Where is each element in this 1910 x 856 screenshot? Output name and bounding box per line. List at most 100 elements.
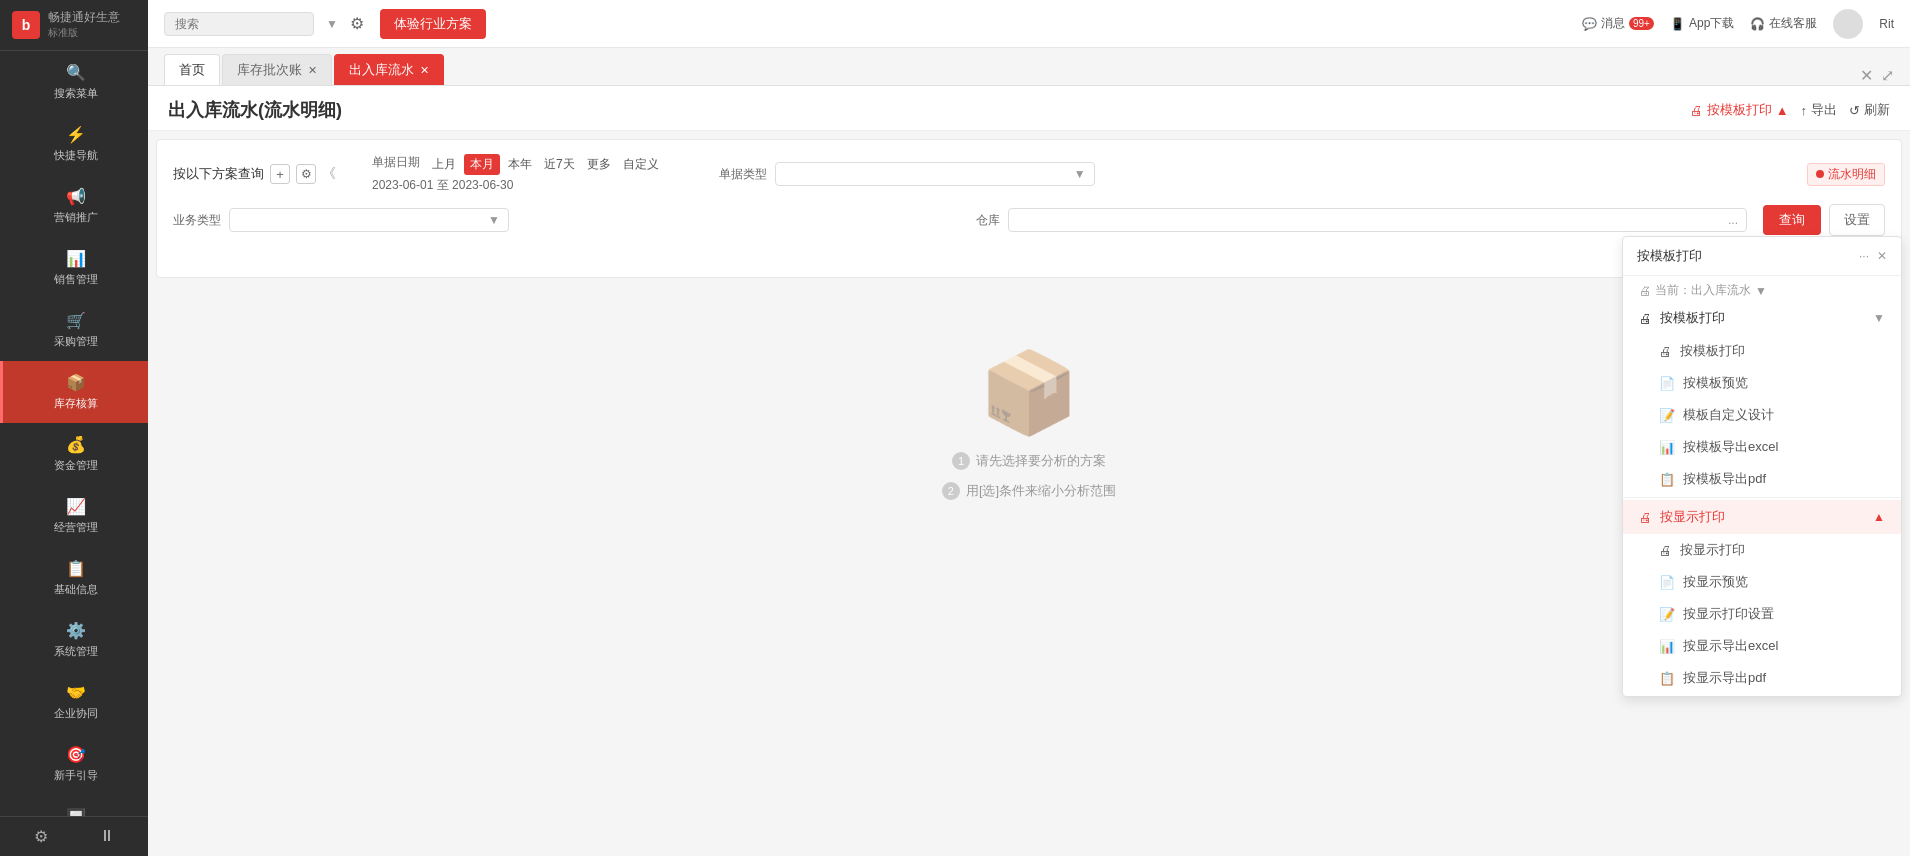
template-print-item[interactable]: 🖨 按模板打印 bbox=[1623, 335, 1901, 367]
quick-nav-icon: ⚡ bbox=[66, 125, 86, 144]
date-this-year-button[interactable]: 本年 bbox=[504, 154, 536, 175]
dropdown-title: 按模板打印 bbox=[1637, 247, 1702, 265]
filter-settings-button[interactable]: ⚙ bbox=[296, 164, 316, 184]
export-button[interactable]: ↑ 导出 bbox=[1801, 101, 1838, 119]
date-more-button[interactable]: 更多 bbox=[583, 154, 615, 175]
online-service-button[interactable]: 🎧 在线客服 bbox=[1750, 15, 1817, 32]
template-export-excel-item-icon: 📊 bbox=[1659, 440, 1675, 455]
template-export-excel-item[interactable]: 📊 按模板导出excel bbox=[1623, 431, 1901, 463]
tab-flow-label: 出入库流水 bbox=[349, 61, 414, 79]
display-preview-item-icon: 📄 bbox=[1659, 575, 1675, 590]
template-preview-item-icon: 📄 bbox=[1659, 376, 1675, 391]
sidebar-item-enterprise[interactable]: 🤝 企业协同 bbox=[0, 671, 148, 733]
settings-button[interactable]: 设置 bbox=[1829, 204, 1885, 236]
settings-bottom-icon[interactable]: ⚙ bbox=[34, 827, 48, 846]
template-print-group-label: 按模板打印 bbox=[1660, 309, 1725, 327]
tab-expand-icon[interactable]: ⤢ bbox=[1881, 66, 1894, 85]
trial-button[interactable]: 体验行业方案 bbox=[380, 9, 486, 39]
search-icon: 🔍 bbox=[66, 63, 86, 82]
topbar-search-arrow-icon[interactable]: ▼ bbox=[326, 17, 338, 31]
date-last-month-button[interactable]: 上月 bbox=[428, 154, 460, 175]
dropdown-more-icon[interactable]: ··· bbox=[1859, 249, 1869, 263]
sidebar-item-label: 快捷导航 bbox=[54, 148, 98, 163]
voucher-type-select[interactable]: ▼ bbox=[775, 162, 1095, 186]
display-print-item[interactable]: 🖨 按显示打印 bbox=[1623, 534, 1901, 566]
tab-batch-account[interactable]: 库存批次账 ✕ bbox=[222, 54, 332, 85]
user-avatar[interactable] bbox=[1833, 9, 1863, 39]
sidebar-item-guide[interactable]: 🎯 新手引导 bbox=[0, 733, 148, 795]
display-export-excel-item[interactable]: 📊 按显示导出excel bbox=[1623, 630, 1901, 662]
collapse-sidebar-icon[interactable]: ⏸ bbox=[99, 827, 115, 846]
sidebar-item-sales[interactable]: 📊 销售管理 bbox=[0, 237, 148, 299]
empty-illustration: 📦 bbox=[979, 346, 1079, 440]
topbar-gear-icon[interactable]: ⚙ bbox=[350, 14, 364, 33]
display-print-group-arrow-icon: ▲ bbox=[1873, 510, 1885, 524]
empty-hint-1: 1 请先选择要分析的方案 bbox=[952, 452, 1106, 470]
current-label: 🖨 当前：出入库流水 ▼ bbox=[1639, 282, 1885, 299]
sidebar-item-inventory[interactable]: 📦 库存核算 bbox=[0, 361, 148, 423]
dropdown-header: 按模板打印 ··· ✕ bbox=[1623, 237, 1901, 276]
sidebar-item-app-center[interactable]: 🔲 应用中心 bbox=[0, 795, 148, 816]
filter-collapse-icon[interactable]: 《 bbox=[322, 165, 336, 183]
tab-batch-account-close-icon[interactable]: ✕ bbox=[308, 64, 317, 77]
topbar-right: 💬 消息 99+ 📱 App下载 🎧 在线客服 Rit bbox=[1582, 9, 1894, 39]
display-print-settings-item[interactable]: 📝 按显示打印设置 bbox=[1623, 598, 1901, 630]
template-preview-item[interactable]: 📄 按模板预览 bbox=[1623, 367, 1901, 399]
filter-add-button[interactable]: + bbox=[270, 164, 290, 184]
sidebar-item-system[interactable]: ⚙️ 系统管理 bbox=[0, 609, 148, 671]
sidebar-item-finance[interactable]: 💰 资金管理 bbox=[0, 423, 148, 485]
sidebar-item-label: 经营管理 bbox=[54, 520, 98, 535]
sidebar-item-label: 销售管理 bbox=[54, 272, 98, 287]
inventory-icon: 📦 bbox=[66, 373, 86, 392]
sidebar-item-label: 库存核算 bbox=[54, 396, 98, 411]
business-type-select[interactable]: ▼ bbox=[229, 208, 509, 232]
flow-detail-tag: 流水明细 bbox=[1807, 163, 1885, 186]
sidebar-item-search[interactable]: 🔍 搜索菜单 bbox=[0, 51, 148, 113]
display-export-excel-item-label: 按显示导出excel bbox=[1683, 637, 1778, 655]
tab-home[interactable]: 首页 bbox=[164, 54, 220, 85]
query-button[interactable]: 查询 bbox=[1763, 205, 1821, 235]
current-label-row: 🖨 当前：出入库流水 ▼ bbox=[1623, 276, 1901, 301]
template-print-group-header[interactable]: 🖨 按模板打印 ▼ bbox=[1623, 301, 1901, 335]
voucher-type-label: 单据类型 bbox=[719, 166, 767, 183]
warehouse-label: 仓库 bbox=[976, 212, 1000, 229]
tab-flow[interactable]: 出入库流水 ✕ bbox=[334, 54, 444, 85]
display-preview-item[interactable]: 📄 按显示预览 bbox=[1623, 566, 1901, 598]
sidebar-item-purchase[interactable]: 🛒 采购管理 bbox=[0, 299, 148, 361]
guide-icon: 🎯 bbox=[66, 745, 86, 764]
message-button[interactable]: 💬 消息 99+ bbox=[1582, 15, 1654, 32]
business-type-arrow-icon: ▼ bbox=[488, 213, 500, 227]
topbar-search-input[interactable] bbox=[164, 12, 314, 36]
content-area: 按以下方案查询 + ⚙ 《 单据日期 上月 本月 本年 近7天 bbox=[148, 131, 1910, 856]
dropdown-close-icon[interactable]: ✕ bbox=[1877, 249, 1887, 263]
tab-flow-close-icon[interactable]: ✕ bbox=[420, 64, 429, 77]
template-print-button[interactable]: 🖨 按模板打印 ▲ bbox=[1690, 101, 1789, 119]
sidebar-item-operation[interactable]: 📈 经营管理 bbox=[0, 485, 148, 547]
filter-row-2: 业务类型 ▼ 仓库 ... 查询 设置 bbox=[173, 204, 1885, 236]
display-print-group-header[interactable]: 🖨 按显示打印 ▲ bbox=[1623, 500, 1901, 534]
template-export-pdf-item[interactable]: 📋 按模板导出pdf bbox=[1623, 463, 1901, 495]
system-icon: ⚙️ bbox=[66, 621, 86, 640]
hint-number-1: 1 bbox=[952, 452, 970, 470]
app-download-button[interactable]: 📱 App下载 bbox=[1670, 15, 1734, 32]
dropdown-header-actions: ··· ✕ bbox=[1859, 249, 1887, 263]
template-customize-item[interactable]: 📝 模板自定义设计 bbox=[1623, 399, 1901, 431]
warehouse-select[interactable]: ... bbox=[1008, 208, 1747, 232]
display-export-pdf-item-icon: 📋 bbox=[1659, 671, 1675, 686]
sidebar-item-quick-nav[interactable]: ⚡ 快捷导航 bbox=[0, 113, 148, 175]
date-label: 单据日期 bbox=[372, 154, 420, 171]
template-print-icon: 🖨 bbox=[1690, 103, 1703, 118]
date-this-month-button[interactable]: 本月 bbox=[464, 154, 500, 175]
flow-detail-label: 流水明细 bbox=[1828, 166, 1876, 183]
template-print-group-arrow-icon: ▼ bbox=[1873, 311, 1885, 325]
refresh-button[interactable]: ↺ 刷新 bbox=[1849, 101, 1890, 119]
sidebar-item-marketing[interactable]: 📢 营销推广 bbox=[0, 175, 148, 237]
tabs-bar: 首页 库存批次账 ✕ 出入库流水 ✕ ✕ ⤢ bbox=[148, 48, 1910, 86]
date-custom-button[interactable]: 自定义 bbox=[619, 154, 663, 175]
refresh-label: 刷新 bbox=[1864, 101, 1890, 119]
tab-close-all-icon[interactable]: ✕ bbox=[1860, 66, 1873, 85]
display-export-pdf-item[interactable]: 📋 按显示导出pdf bbox=[1623, 662, 1901, 694]
tab-batch-account-label: 库存批次账 bbox=[237, 61, 302, 79]
sidebar-item-basic[interactable]: 📋 基础信息 bbox=[0, 547, 148, 609]
date-last-7days-button[interactable]: 近7天 bbox=[540, 154, 579, 175]
